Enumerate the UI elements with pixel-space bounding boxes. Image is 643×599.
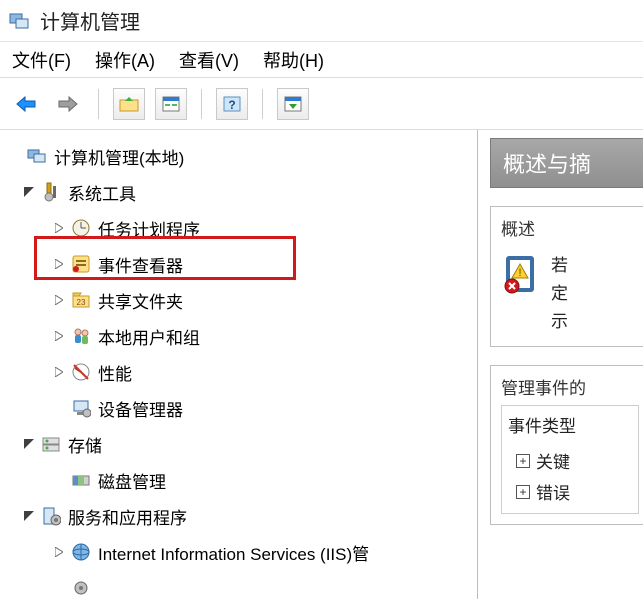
- toolbar-separator: [262, 89, 263, 119]
- back-button[interactable]: [10, 88, 42, 120]
- window-title: 计算机管理: [40, 6, 140, 35]
- expander-expanded-icon[interactable]: [20, 507, 38, 525]
- properties-button[interactable]: [155, 88, 187, 120]
- expander-expanded-icon[interactable]: [20, 183, 38, 201]
- tree-item-task-scheduler[interactable]: 任务计划程序: [6, 210, 473, 246]
- tree-label: 本地用户和组: [98, 324, 200, 349]
- tree-label: 性能: [98, 360, 132, 385]
- overview-title: 概述: [501, 215, 639, 240]
- services-icon: [40, 505, 62, 527]
- overview-line: 若: [551, 252, 568, 280]
- overview-groupbox: 概述 ! 若 定 示: [490, 206, 643, 347]
- disk-icon: [70, 469, 92, 491]
- titlebar: 计算机管理: [0, 0, 643, 42]
- tree-item-device-manager[interactable]: 设备管理器: [6, 390, 473, 426]
- tree-item-event-viewer[interactable]: 事件查看器: [6, 246, 473, 282]
- content-area: 计算机管理(本地) 系统工具: [0, 130, 643, 599]
- action-pane-button[interactable]: [277, 88, 309, 120]
- event-type-error[interactable]: + 错误: [508, 476, 632, 507]
- iis-icon: [70, 541, 92, 563]
- expander-expanded-icon[interactable]: [20, 435, 38, 453]
- details-pane: 概述与摘 概述 ! 若 定: [478, 130, 643, 599]
- tree-label: 系统工具: [68, 180, 136, 205]
- tree-label: 服务和应用程序: [68, 504, 187, 529]
- tree-pane: 计算机管理(本地) 系统工具: [0, 130, 478, 599]
- menu-view[interactable]: 查看(V): [179, 47, 239, 73]
- shared-folder-icon: 23: [70, 289, 92, 311]
- expander-collapsed-icon[interactable]: [50, 291, 68, 309]
- navigation-tree: 计算机管理(本地) 系统工具: [6, 138, 473, 599]
- tree-item-disk-management[interactable]: 磁盘管理: [6, 462, 473, 498]
- tree-label: Internet Information Services (IIS)管: [98, 540, 369, 565]
- expander-collapsed-icon[interactable]: [50, 543, 68, 561]
- menu-file[interactable]: 文件(F): [12, 47, 71, 73]
- tree-item-services-apps[interactable]: 服务和应用程序: [6, 498, 473, 534]
- tree-label: 存储: [68, 432, 102, 457]
- overview-line: 定: [551, 280, 568, 308]
- expander-collapsed-icon[interactable]: [50, 255, 68, 273]
- tree-item-performance[interactable]: 性能: [6, 354, 473, 390]
- overview-line: 示: [551, 308, 568, 336]
- tree-item-extra[interactable]: [6, 570, 473, 599]
- mgmt-events-groupbox: 管理事件的 事件类型 + 关键 + 错误: [490, 365, 643, 525]
- expander-collapsed-icon[interactable]: [50, 363, 68, 381]
- tree-root[interactable]: 计算机管理(本地): [6, 138, 473, 174]
- expander-collapsed-icon[interactable]: [50, 219, 68, 237]
- event-log-icon: !: [501, 252, 541, 298]
- event-type-label: 错误: [536, 479, 570, 504]
- folder-up-icon: [119, 95, 139, 113]
- storage-icon: [40, 433, 62, 455]
- overview-text: 若 定 示: [551, 252, 568, 336]
- arrow-left-icon: [15, 95, 37, 113]
- mgmt-title: 管理事件的: [501, 374, 639, 399]
- details-header: 概述与摘: [490, 138, 643, 188]
- event-viewer-icon: [70, 253, 92, 275]
- computer-management-icon: [26, 145, 48, 167]
- expander-collapsed-icon[interactable]: [50, 327, 68, 345]
- tree-label: 计算机管理(本地): [54, 144, 184, 169]
- toolbar-separator: [201, 89, 202, 119]
- gear-icon: [70, 577, 92, 599]
- menu-help[interactable]: 帮助(H): [263, 47, 324, 73]
- tree-item-storage[interactable]: 存储: [6, 426, 473, 462]
- menu-action[interactable]: 操作(A): [95, 47, 155, 73]
- event-type-critical[interactable]: + 关键: [508, 445, 632, 476]
- tree-label: 磁盘管理: [98, 468, 166, 493]
- tree-label: 任务计划程序: [98, 216, 200, 241]
- svg-text:23: 23: [77, 298, 86, 307]
- tree-label: 共享文件夹: [98, 288, 183, 313]
- tree-item-iis[interactable]: Internet Information Services (IIS)管: [6, 534, 473, 570]
- expand-plus-icon[interactable]: +: [516, 485, 530, 499]
- tree-item-system-tools[interactable]: 系统工具: [6, 174, 473, 210]
- event-type-label: 关键: [536, 448, 570, 473]
- app-icon: [8, 10, 30, 32]
- tree-item-local-users-groups[interactable]: 本地用户和组: [6, 318, 473, 354]
- help-button[interactable]: ?: [216, 88, 248, 120]
- properties-icon: [161, 95, 181, 113]
- tree-item-shared-folders[interactable]: 23 共享文件夹: [6, 282, 473, 318]
- action-pane-icon: [283, 95, 303, 113]
- arrow-right-icon: [57, 95, 79, 113]
- expand-plus-icon[interactable]: +: [516, 454, 530, 468]
- toolbar-separator: [98, 89, 99, 119]
- svg-text:!: !: [518, 267, 521, 279]
- svg-text:?: ?: [228, 98, 235, 112]
- toolbar: ?: [0, 78, 643, 130]
- performance-icon: [70, 361, 92, 383]
- tree-label: 事件查看器: [98, 252, 183, 277]
- tools-icon: [40, 181, 62, 203]
- menubar: 文件(F) 操作(A) 查看(V) 帮助(H): [0, 42, 643, 78]
- forward-button[interactable]: [52, 88, 84, 120]
- clock-icon: [70, 217, 92, 239]
- users-icon: [70, 325, 92, 347]
- up-folder-button[interactable]: [113, 88, 145, 120]
- event-types-title: 事件类型: [508, 412, 632, 437]
- tree-label: 设备管理器: [98, 396, 183, 421]
- device-manager-icon: [70, 397, 92, 419]
- help-icon: ?: [222, 95, 242, 113]
